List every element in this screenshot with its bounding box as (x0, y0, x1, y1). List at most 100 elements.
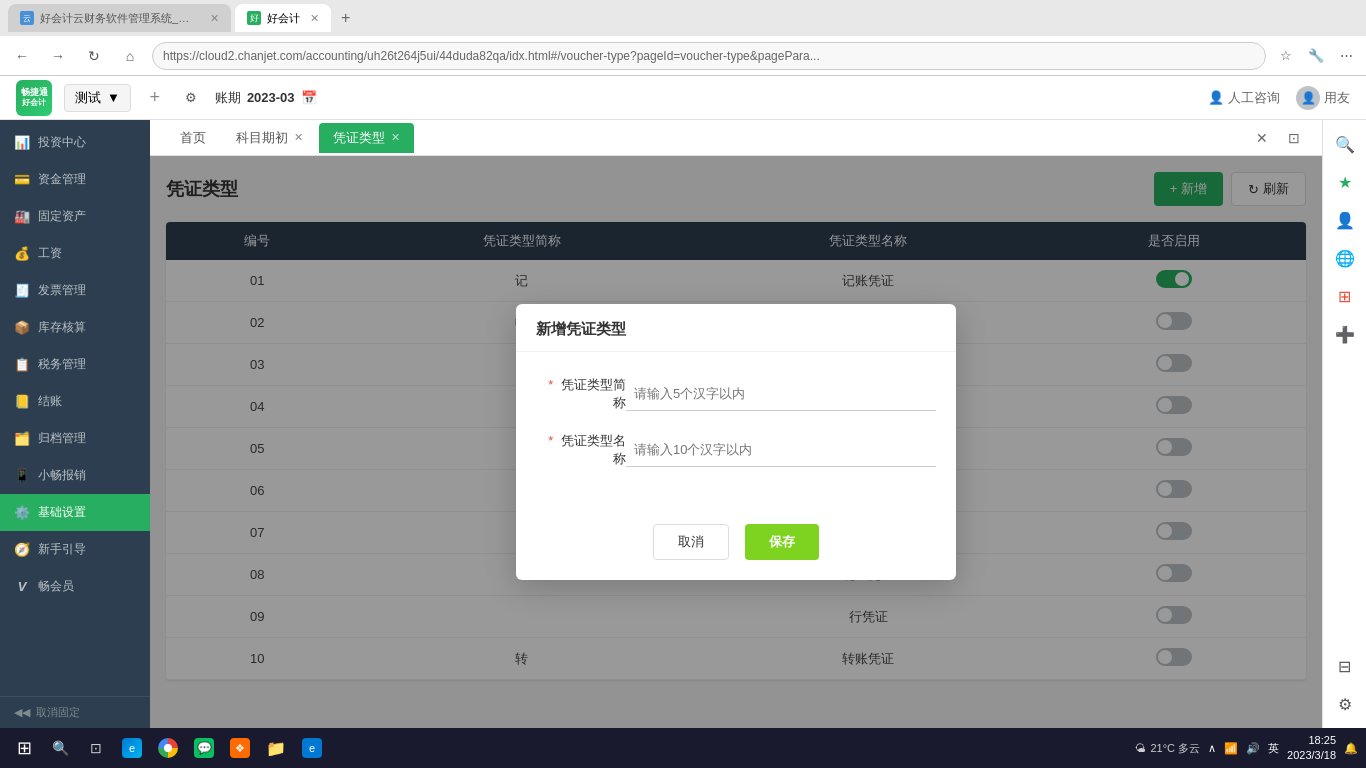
app-logo: 畅捷通 好会计 (16, 80, 52, 116)
period-label: 账期 (215, 89, 241, 107)
notification-icon[interactable]: 🔔 (1344, 742, 1358, 755)
sidebar-item-xinshou[interactable]: 🧭 新手引导 (0, 531, 150, 568)
logo-subtext: 好会计 (22, 98, 46, 108)
xiaopao-icon: 📱 (14, 468, 30, 484)
tab2-favicon: 好 (247, 11, 261, 25)
sidebar-item-kucun[interactable]: 📦 库存核算 (0, 309, 150, 346)
period-value: 2023-03 (247, 90, 295, 105)
taskbar-multitask[interactable]: ⊡ (80, 732, 112, 764)
taskbar-chrome[interactable] (152, 732, 184, 764)
gongzi-icon: 💰 (14, 246, 30, 262)
sidebar-item-fapiao[interactable]: 🧾 发票管理 (0, 272, 150, 309)
taskbar-search[interactable]: 🔍 (44, 732, 76, 764)
sidebar-item-shuiwu[interactable]: 📋 税务管理 (0, 346, 150, 383)
voucher-tab-label: 凭证类型 (333, 129, 385, 147)
company-selector[interactable]: 测试 ▼ (64, 84, 131, 112)
refresh-button[interactable]: ↻ (80, 42, 108, 70)
edge-icon: e (122, 738, 142, 758)
chevron-up-icon[interactable]: ∧ (1208, 742, 1216, 755)
right-add-icon[interactable]: ➕ (1329, 318, 1361, 350)
right-grid-icon[interactable]: ⊞ (1329, 280, 1361, 312)
sidebar-item-guzhi[interactable]: 🏭 固定资产 (0, 198, 150, 235)
xinshou-icon: 🧭 (14, 542, 30, 558)
sidebar-item-zijin[interactable]: 💳 资金管理 (0, 161, 150, 198)
browser-tab-1[interactable]: 云 好会计云财务软件管理系统_会计 ✕ (8, 4, 231, 32)
voucher-tab-close[interactable]: ✕ (391, 131, 400, 144)
sound-icon: 🔊 (1246, 742, 1260, 755)
taskbar-folder[interactable]: 📁 (260, 732, 292, 764)
sidebar-item-touzi[interactable]: 📊 投资中心 (0, 124, 150, 161)
forward-button[interactable]: → (44, 42, 72, 70)
sidebar-item-guidang[interactable]: 🗂️ 归档管理 (0, 420, 150, 457)
pin-icon: ◀◀ (14, 706, 30, 719)
page-tab-voucher[interactable]: 凭证类型 ✕ (319, 123, 414, 153)
right-user-icon[interactable]: 👤 (1329, 204, 1361, 236)
user-avatar: 👤 (1296, 86, 1320, 110)
minimize-pane-button[interactable]: ✕ (1250, 126, 1274, 150)
subject-tab-label: 科目期初 (236, 129, 288, 147)
subject-tab-close[interactable]: ✕ (294, 131, 303, 144)
sidebar-item-jichushezhi[interactable]: ⚙️ 基础设置 (0, 494, 150, 531)
right-gear-icon[interactable]: ⚙ (1329, 688, 1361, 720)
touzi-label: 投资中心 (38, 134, 86, 151)
sidebar-item-jiezhang[interactable]: 📒 结账 (0, 383, 150, 420)
consult-button[interactable]: 👤 人工咨询 (1208, 89, 1280, 107)
weather-info: 🌤 21°C 多云 (1135, 741, 1200, 756)
kucun-icon: 📦 (14, 320, 30, 336)
taskbar-app5[interactable]: ❖ (224, 732, 256, 764)
shuiwu-icon: 📋 (14, 357, 30, 373)
save-button[interactable]: 保存 (745, 524, 819, 560)
guzhi-label: 固定资产 (38, 208, 86, 225)
xinshou-label: 新手引导 (38, 541, 86, 558)
jiezhang-icon: 📒 (14, 394, 30, 410)
sidebar-item-huiyuan[interactable]: V 畅会员 (0, 568, 150, 605)
name-input[interactable] (626, 433, 936, 467)
page-tab-subject[interactable]: 科目期初 ✕ (222, 123, 317, 153)
start-button[interactable]: ⊞ (8, 732, 40, 764)
page-tab-nav: 首页 科目期初 ✕ 凭证类型 ✕ ✕ ⊡ (150, 120, 1322, 156)
app-container: 畅捷通 好会计 测试 ▼ + ⚙ 账期 2023-03 📅 👤 人工咨询 👤 用… (0, 76, 1366, 728)
taskbar-icon6: e (302, 738, 322, 758)
tab1-close[interactable]: ✕ (210, 12, 219, 25)
taskbar-edge[interactable]: e (116, 732, 148, 764)
favorites-icon[interactable]: ☆ (1274, 44, 1298, 68)
sidebar-footer[interactable]: ◀◀ 取消固定 (0, 696, 150, 728)
right-star-icon[interactable]: ★ (1329, 166, 1361, 198)
user-button[interactable]: 👤 用友 (1296, 86, 1350, 110)
back-button[interactable]: ← (8, 42, 36, 70)
new-tab-button[interactable]: + (335, 9, 356, 27)
browser-tab-2[interactable]: 好 好会计 ✕ (235, 4, 331, 32)
zijin-icon: 💳 (14, 172, 30, 188)
right-search-icon[interactable]: 🔍 (1329, 128, 1361, 160)
company-dropdown-icon: ▼ (107, 90, 120, 105)
dialog-footer: 取消 保存 (516, 512, 956, 580)
sidebar-item-xiaopao[interactable]: 📱 小畅报销 (0, 457, 150, 494)
maximize-pane-button[interactable]: ⊡ (1282, 126, 1306, 150)
taskbar-wechat[interactable]: 💬 (188, 732, 220, 764)
right-globe-icon[interactable]: 🌐 (1329, 242, 1361, 274)
weather-text: 21°C 多云 (1150, 741, 1200, 756)
taskbar-browser2[interactable]: e (296, 732, 328, 764)
home-button[interactable]: ⌂ (116, 42, 144, 70)
tab-controls: ✕ ⊡ (1250, 126, 1306, 150)
url-input[interactable]: https://cloud2.chanjet.com/accounting/uh… (152, 42, 1266, 70)
weather-icon: 🌤 (1135, 742, 1146, 754)
taskbar-icon5: ❖ (230, 738, 250, 758)
abbr-input[interactable] (626, 377, 936, 411)
clock-date: 2023/3/18 (1287, 748, 1336, 763)
right-table-icon[interactable]: ⊟ (1329, 650, 1361, 682)
cancel-button[interactable]: 取消 (653, 524, 729, 560)
tab2-close[interactable]: ✕ (310, 12, 319, 25)
name-required: * (548, 433, 553, 448)
page-tab-home[interactable]: 首页 (166, 123, 220, 153)
browser-toolbar-icons: ☆ 🔧 ⋯ (1274, 44, 1358, 68)
sidebar: 📊 投资中心 💳 资金管理 🏭 固定资产 💰 工资 🧾 发票管理 (0, 120, 150, 728)
settings-button[interactable]: ⚙ (179, 86, 203, 110)
sidebar-item-gongzi[interactable]: 💰 工资 (0, 235, 150, 272)
extensions-icon[interactable]: 🔧 (1304, 44, 1328, 68)
chrome-icon (158, 738, 178, 758)
topbar-right: 👤 人工咨询 👤 用友 (1208, 86, 1350, 110)
settings-icon[interactable]: ⋯ (1334, 44, 1358, 68)
add-company-button[interactable]: + (143, 86, 167, 110)
address-bar: ← → ↻ ⌂ https://cloud2.chanjet.com/accou… (0, 36, 1366, 76)
